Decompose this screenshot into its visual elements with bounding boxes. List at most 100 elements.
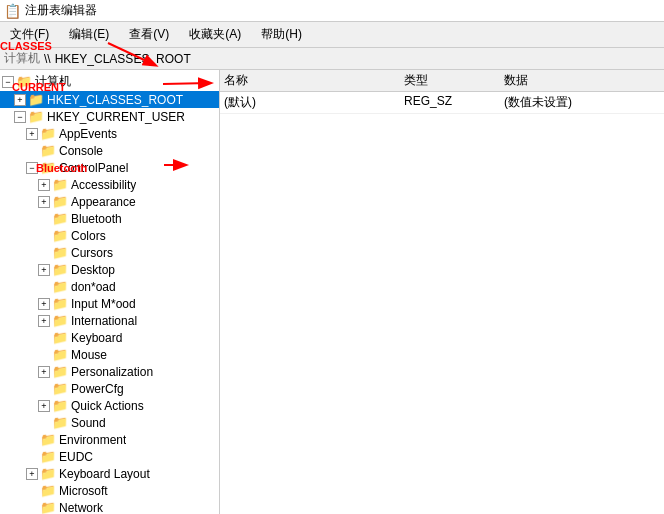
cell-data: (数值未设置) [504, 94, 660, 111]
tree-label-inputmethod: Input M*ood [71, 297, 136, 311]
tree-item-controlpanel[interactable]: −📁ControlPanel [0, 159, 219, 176]
tree-item-cursors[interactable]: 📁Cursors [0, 244, 219, 261]
tree-item-hkcu[interactable]: −📁HKEY_CURRENT_USER [0, 108, 219, 125]
tree-label-hkcu: HKEY_CURRENT_USER [47, 110, 185, 124]
tree-item-quickactions[interactable]: +📁Quick Actions [0, 397, 219, 414]
tree-item-personalization[interactable]: +📁Personalization [0, 363, 219, 380]
folder-icon-powercfg: 📁 [52, 381, 68, 396]
address-separator: \\ [44, 52, 51, 66]
tree-label-network: Network [59, 501, 103, 515]
menu-help[interactable]: 帮助(H) [255, 24, 308, 45]
expand-btn-quickactions[interactable]: + [38, 400, 50, 412]
tree-label-mouse: Mouse [71, 348, 107, 362]
folder-icon-keyboard: 📁 [52, 330, 68, 345]
tree-label-colors: Colors [71, 229, 106, 243]
expand-btn-desktop[interactable]: + [38, 264, 50, 276]
tree-item-powercfg[interactable]: 📁PowerCfg [0, 380, 219, 397]
tree-label-download: don*oad [71, 280, 116, 294]
tree-label-desktop: Desktop [71, 263, 115, 277]
tree-label-console: Console [59, 144, 103, 158]
tree-label-keyboard: Keyboard [71, 331, 122, 345]
address-label: 计算机 [4, 50, 40, 67]
folder-icon-inputmethod: 📁 [52, 296, 68, 311]
table-header: 名称 类型 数据 [220, 70, 664, 92]
expand-btn-computer[interactable]: − [2, 76, 14, 88]
folder-icon-computer: 📁 [16, 74, 32, 89]
folder-icon-environment: 📁 [40, 432, 56, 447]
tree-item-hkcr[interactable]: +📁HKEY_CLASSES_ROOT [0, 91, 219, 108]
expand-btn-accessibility[interactable]: + [38, 179, 50, 191]
window-title: 注册表编辑器 [25, 2, 97, 19]
tree-item-download[interactable]: 📁don*oad [0, 278, 219, 295]
folder-icon-console: 📁 [40, 143, 56, 158]
expand-btn-appevents[interactable]: + [26, 128, 38, 140]
folder-icon-controlpanel: 📁 [40, 160, 56, 175]
folder-icon-eudc: 📁 [40, 449, 56, 464]
tree-label-appearance: Appearance [71, 195, 136, 209]
address-bar: 计算机 \\ HKEY_CLASSES_ROOT [0, 48, 664, 70]
expand-btn-hkcr[interactable]: + [14, 94, 26, 106]
menu-edit[interactable]: 编辑(E) [63, 24, 115, 45]
folder-icon-bluetooth: 📁 [52, 211, 68, 226]
folder-icon-network: 📁 [40, 500, 56, 514]
tree-item-keyboardlayout[interactable]: +📁Keyboard Layout [0, 465, 219, 482]
tree-panel[interactable]: −📁计算机+📁HKEY_CLASSES_ROOT−📁HKEY_CURRENT_U… [0, 70, 220, 514]
expand-btn-controlpanel[interactable]: − [26, 162, 38, 174]
tree-item-console[interactable]: 📁Console [0, 142, 219, 159]
tree-label-appevents: AppEvents [59, 127, 117, 141]
expand-btn-hkcu[interactable]: − [14, 111, 26, 123]
folder-icon-accessibility: 📁 [52, 177, 68, 192]
folder-icon-mouse: 📁 [52, 347, 68, 362]
expand-btn-keyboardlayout[interactable]: + [26, 468, 38, 480]
col-header-type: 类型 [404, 72, 504, 89]
tree-item-keyboard[interactable]: 📁Keyboard [0, 329, 219, 346]
folder-icon-international: 📁 [52, 313, 68, 328]
folder-icon-cursors: 📁 [52, 245, 68, 260]
col-header-name: 名称 [224, 72, 404, 89]
menu-view[interactable]: 查看(V) [123, 24, 175, 45]
tree-item-colors[interactable]: 📁Colors [0, 227, 219, 244]
tree-label-powercfg: PowerCfg [71, 382, 124, 396]
tree-item-desktop[interactable]: +📁Desktop [0, 261, 219, 278]
tree-item-environment[interactable]: 📁Environment [0, 431, 219, 448]
tree-item-network[interactable]: 📁Network [0, 499, 219, 514]
table-row[interactable]: (默认) REG_SZ (数值未设置) [220, 92, 664, 114]
folder-icon-colors: 📁 [52, 228, 68, 243]
tree-label-personalization: Personalization [71, 365, 153, 379]
tree-item-international[interactable]: +📁International [0, 312, 219, 329]
tree-label-hkcr: HKEY_CLASSES_ROOT [47, 93, 183, 107]
tree-item-computer[interactable]: −📁计算机 [0, 72, 219, 91]
tree-label-international: International [71, 314, 137, 328]
tree-label-bluetooth: Bluetooth [71, 212, 122, 226]
folder-icon-desktop: 📁 [52, 262, 68, 277]
tree-item-microsoft[interactable]: 📁Microsoft [0, 482, 219, 499]
folder-icon-microsoft: 📁 [40, 483, 56, 498]
tree-item-accessibility[interactable]: +📁Accessibility [0, 176, 219, 193]
right-panel: 名称 类型 数据 (默认) REG_SZ (数值未设置) [220, 70, 664, 514]
expand-btn-personalization[interactable]: + [38, 366, 50, 378]
folder-icon-appevents: 📁 [40, 126, 56, 141]
folder-icon-hkcu: 📁 [28, 109, 44, 124]
menu-favorites[interactable]: 收藏夹(A) [183, 24, 247, 45]
tree-item-appevents[interactable]: +📁AppEvents [0, 125, 219, 142]
expand-btn-inputmethod[interactable]: + [38, 298, 50, 310]
folder-icon-hkcr: 📁 [28, 92, 44, 107]
tree-item-inputmethod[interactable]: +📁Input M*ood [0, 295, 219, 312]
folder-icon-personalization: 📁 [52, 364, 68, 379]
tree-label-controlpanel: ControlPanel [59, 161, 128, 175]
tree-item-mouse[interactable]: 📁Mouse [0, 346, 219, 363]
tree-label-cursors: Cursors [71, 246, 113, 260]
table-body: (默认) REG_SZ (数值未设置) [220, 92, 664, 114]
expand-btn-international[interactable]: + [38, 315, 50, 327]
expand-btn-appearance[interactable]: + [38, 196, 50, 208]
tree-item-eudc[interactable]: 📁EUDC [0, 448, 219, 465]
folder-icon-download: 📁 [52, 279, 68, 294]
tree-item-sound[interactable]: 📁Sound [0, 414, 219, 431]
tree-label-eudc: EUDC [59, 450, 93, 464]
tree-label-microsoft: Microsoft [59, 484, 108, 498]
folder-icon-sound: 📁 [52, 415, 68, 430]
tree-item-appearance[interactable]: +📁Appearance [0, 193, 219, 210]
tree-label-computer: 计算机 [35, 73, 71, 90]
tree-item-bluetooth[interactable]: 📁Bluetooth [0, 210, 219, 227]
menu-file[interactable]: 文件(F) [4, 24, 55, 45]
